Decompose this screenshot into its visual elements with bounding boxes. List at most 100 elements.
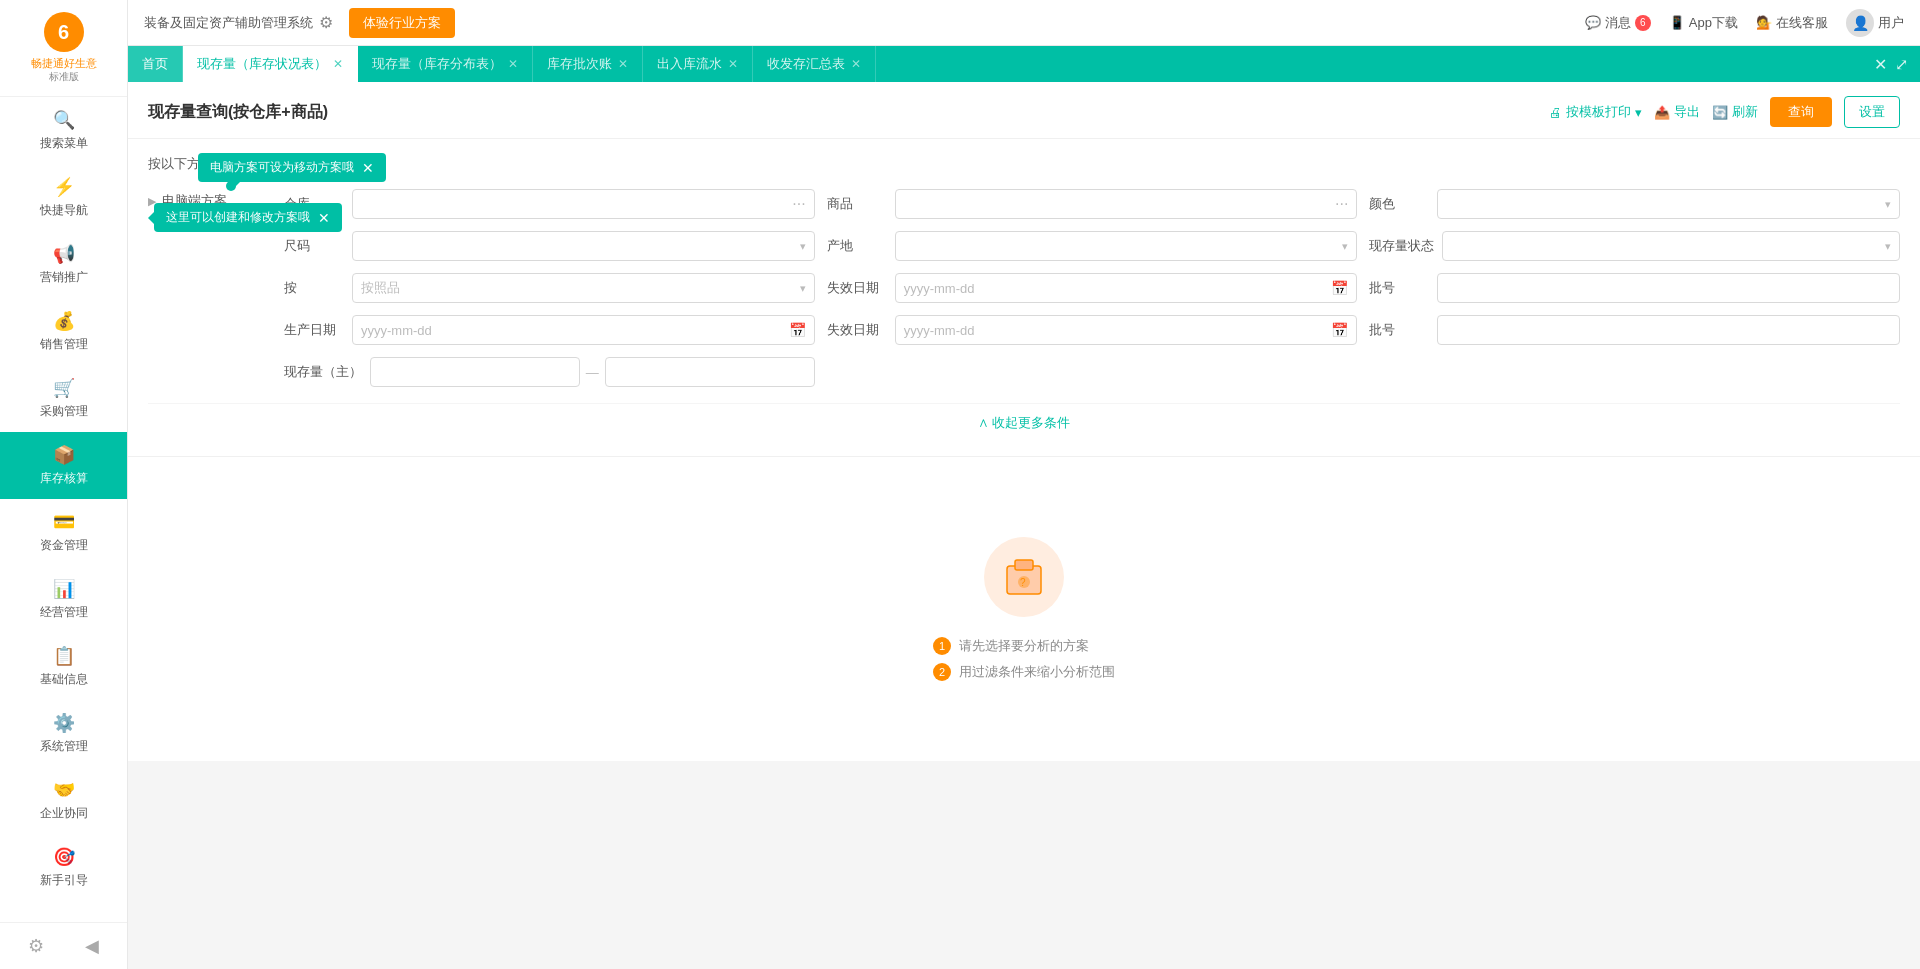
export-label: 导出 <box>1674 103 1700 121</box>
message-icon: 💬 <box>1585 15 1601 30</box>
logo-icon: 6 <box>44 12 84 52</box>
tooltip-2-close[interactable]: ✕ <box>318 210 330 226</box>
message-label: 消息 <box>1605 14 1631 32</box>
filter-header: 按以下方案查询 + ✎ « 电脑方案可设为移动方案哦 ✕ 这里可以创建和修改方案… <box>148 153 1900 175</box>
origin-label: 产地 <box>827 237 887 255</box>
expire2-calendar-icon: 📅 <box>1331 322 1348 338</box>
expire-date-input[interactable]: yyyy-mm-dd 📅 <box>895 273 1358 303</box>
tab-inventory-status-close[interactable]: ✕ <box>333 57 343 71</box>
sidebar-settings-btn[interactable]: ⚙ <box>28 935 44 957</box>
by-select[interactable]: 按照品 ▾ <box>352 273 815 303</box>
message-badge: 6 <box>1635 15 1651 31</box>
tab-recv-summary-label: 收发存汇总表 <box>767 55 845 73</box>
sidebar-item-label: 系统管理 <box>40 738 88 755</box>
header-app[interactable]: 📱 App下载 <box>1669 14 1738 32</box>
settings-btn[interactable]: 设置 <box>1844 96 1900 128</box>
export-btn[interactable]: 📤 导出 <box>1654 103 1700 121</box>
sidebar-item-inventory[interactable]: 📦 库存核算 <box>0 432 127 499</box>
sidebar-collapse-btn[interactable]: ◀ <box>85 935 99 957</box>
origin-select[interactable]: ▾ <box>895 231 1358 261</box>
goods-input[interactable]: ··· <box>895 189 1358 219</box>
by-select-text: 按照品 <box>361 279 400 297</box>
filter-size: 尺码 ▾ <box>284 231 815 261</box>
tab-batch-account[interactable]: 库存批次账 ✕ <box>533 46 643 82</box>
sidebar-item-marketing[interactable]: 📢 营销推广 <box>0 231 127 298</box>
tab-inventory-dist-label: 现存量（库存分布表） <box>372 55 502 73</box>
logo-name: 畅捷通好生意 <box>31 56 97 70</box>
filter-tooltip-2: 这里可以创建和修改方案哦 ✕ <box>154 203 342 232</box>
filter-row-1: 仓库 ··· 商品 ··· <box>284 189 1900 219</box>
tabs-close-btn[interactable]: ✕ <box>1874 55 1887 74</box>
sidebar-item-sales[interactable]: 💰 销售管理 <box>0 298 127 365</box>
empty-tips: 1 请先选择要分析的方案 2 用过滤条件来缩小分析范围 <box>933 637 1115 681</box>
page-title: 现存量查询(按仓库+商品) <box>148 102 328 123</box>
sidebar-item-label: 快捷导航 <box>40 202 88 219</box>
expire2-date-placeholder: yyyy-mm-dd <box>904 323 975 338</box>
expire2-date-input[interactable]: yyyy-mm-dd 📅 <box>895 315 1358 345</box>
goods-dots[interactable]: ··· <box>1335 195 1348 213</box>
sidebar-item-label: 资金管理 <box>40 537 88 554</box>
by-arrow: ▾ <box>800 282 806 295</box>
sidebar-item-system[interactable]: ⚙️ 系统管理 <box>0 700 127 767</box>
tab-recv-summary[interactable]: 收发存汇总表 ✕ <box>753 46 876 82</box>
filter-produce-date: 生产日期 yyyy-mm-dd 📅 <box>284 315 815 345</box>
sidebar-item-ops[interactable]: 📊 经营管理 <box>0 566 127 633</box>
color-select[interactable]: ▾ <box>1437 189 1900 219</box>
tabs-fullscreen-btn[interactable]: ⤢ <box>1895 55 1908 74</box>
sidebar-bottom: ⚙ ◀ <box>0 922 127 969</box>
sidebar-item-label: 新手引导 <box>40 872 88 889</box>
batch2-label: 批号 <box>1369 321 1429 339</box>
sidebar-item-purchase[interactable]: 🛒 采购管理 <box>0 365 127 432</box>
sidebar-item-search[interactable]: 🔍 搜索菜单 <box>0 97 127 164</box>
search-btn[interactable]: 查询 <box>1770 97 1832 127</box>
filter-row-3: 按 按照品 ▾ 失效日期 yyyy-mm-dd 📅 <box>284 273 1900 303</box>
trial-button[interactable]: 体验行业方案 <box>349 8 455 38</box>
tab-recv-summary-close[interactable]: ✕ <box>851 57 861 71</box>
qty-min-input[interactable] <box>370 357 580 387</box>
tooltip-1-close[interactable]: ✕ <box>362 160 374 176</box>
support-icon: 💁 <box>1756 15 1772 30</box>
qty-range: — <box>370 357 815 387</box>
tab-inventory-dist[interactable]: 现存量（库存分布表） ✕ <box>358 46 533 82</box>
page-header: 现存量查询(按仓库+商品) 🖨 按模板打印 ▾ 📤 导出 🔄 刷新 <box>128 82 1920 139</box>
tab-inout-flow-label: 出入库流水 <box>657 55 722 73</box>
header-system: 装备及固定资产辅助管理系统 ⚙ <box>144 13 333 32</box>
sidebar-item-basic[interactable]: 📋 基础信息 <box>0 633 127 700</box>
tab-inventory-dist-close[interactable]: ✕ <box>508 57 518 71</box>
tab-home[interactable]: 首页 <box>128 46 183 82</box>
sidebar-item-label: 经营管理 <box>40 604 88 621</box>
filter-collapse-btn[interactable]: ∧ 收起更多条件 <box>148 403 1900 442</box>
filter-body: ▶ 电脑端方案 ▶ 移动端方案 仓库 <box>148 189 1900 399</box>
filter-color: 颜色 ▾ <box>1369 189 1900 219</box>
filter-tooltip-1: 电脑方案可设为移动方案哦 ✕ <box>198 153 386 182</box>
warehouse-input[interactable]: ··· <box>352 189 815 219</box>
sidebar-item-finance[interactable]: 💳 资金管理 <box>0 499 127 566</box>
print-btn[interactable]: 🖨 按模板打印 ▾ <box>1549 103 1642 121</box>
header-right: 💬 消息 6 📱 App下载 💁 在线客服 👤 用户 <box>1585 9 1904 37</box>
refresh-btn[interactable]: 🔄 刷新 <box>1712 103 1758 121</box>
tab-inout-flow-close[interactable]: ✕ <box>728 57 738 71</box>
user-avatar: 👤 <box>1846 9 1874 37</box>
qty-max-input[interactable] <box>605 357 815 387</box>
sidebar-item-enterprise[interactable]: 🤝 企业协同 <box>0 767 127 834</box>
header-gear-icon[interactable]: ⚙ <box>319 13 333 32</box>
warehouse-dots[interactable]: ··· <box>792 195 805 213</box>
sidebar-item-quicknav[interactable]: ⚡ 快捷导航 <box>0 164 127 231</box>
batch2-input[interactable] <box>1437 315 1900 345</box>
status-select[interactable]: ▾ <box>1442 231 1900 261</box>
filter-section: 按以下方案查询 + ✎ « 电脑方案可设为移动方案哦 ✕ 这里可以创建和修改方案… <box>128 139 1920 457</box>
tab-inout-flow[interactable]: 出入库流水 ✕ <box>643 46 753 82</box>
tab-inventory-status-label: 现存量（库存状况表） <box>197 55 327 73</box>
sidebar-item-guide[interactable]: 🎯 新手引导 <box>0 834 127 901</box>
filter-origin: 产地 ▾ <box>827 231 1358 261</box>
content-area: 现存量查询(按仓库+商品) 🖨 按模板打印 ▾ 📤 导出 🔄 刷新 <box>128 82 1920 969</box>
header-message[interactable]: 💬 消息 6 <box>1585 14 1651 32</box>
batch-input[interactable] <box>1437 273 1900 303</box>
size-select[interactable]: ▾ <box>352 231 815 261</box>
tab-batch-account-close[interactable]: ✕ <box>618 57 628 71</box>
tab-inventory-status[interactable]: 现存量（库存状况表） ✕ <box>183 46 358 82</box>
produce-date-input[interactable]: yyyy-mm-dd 📅 <box>352 315 815 345</box>
logo-badge: 标准版 <box>49 70 79 84</box>
header-user[interactable]: 👤 用户 <box>1846 9 1904 37</box>
header-support[interactable]: 💁 在线客服 <box>1756 14 1828 32</box>
